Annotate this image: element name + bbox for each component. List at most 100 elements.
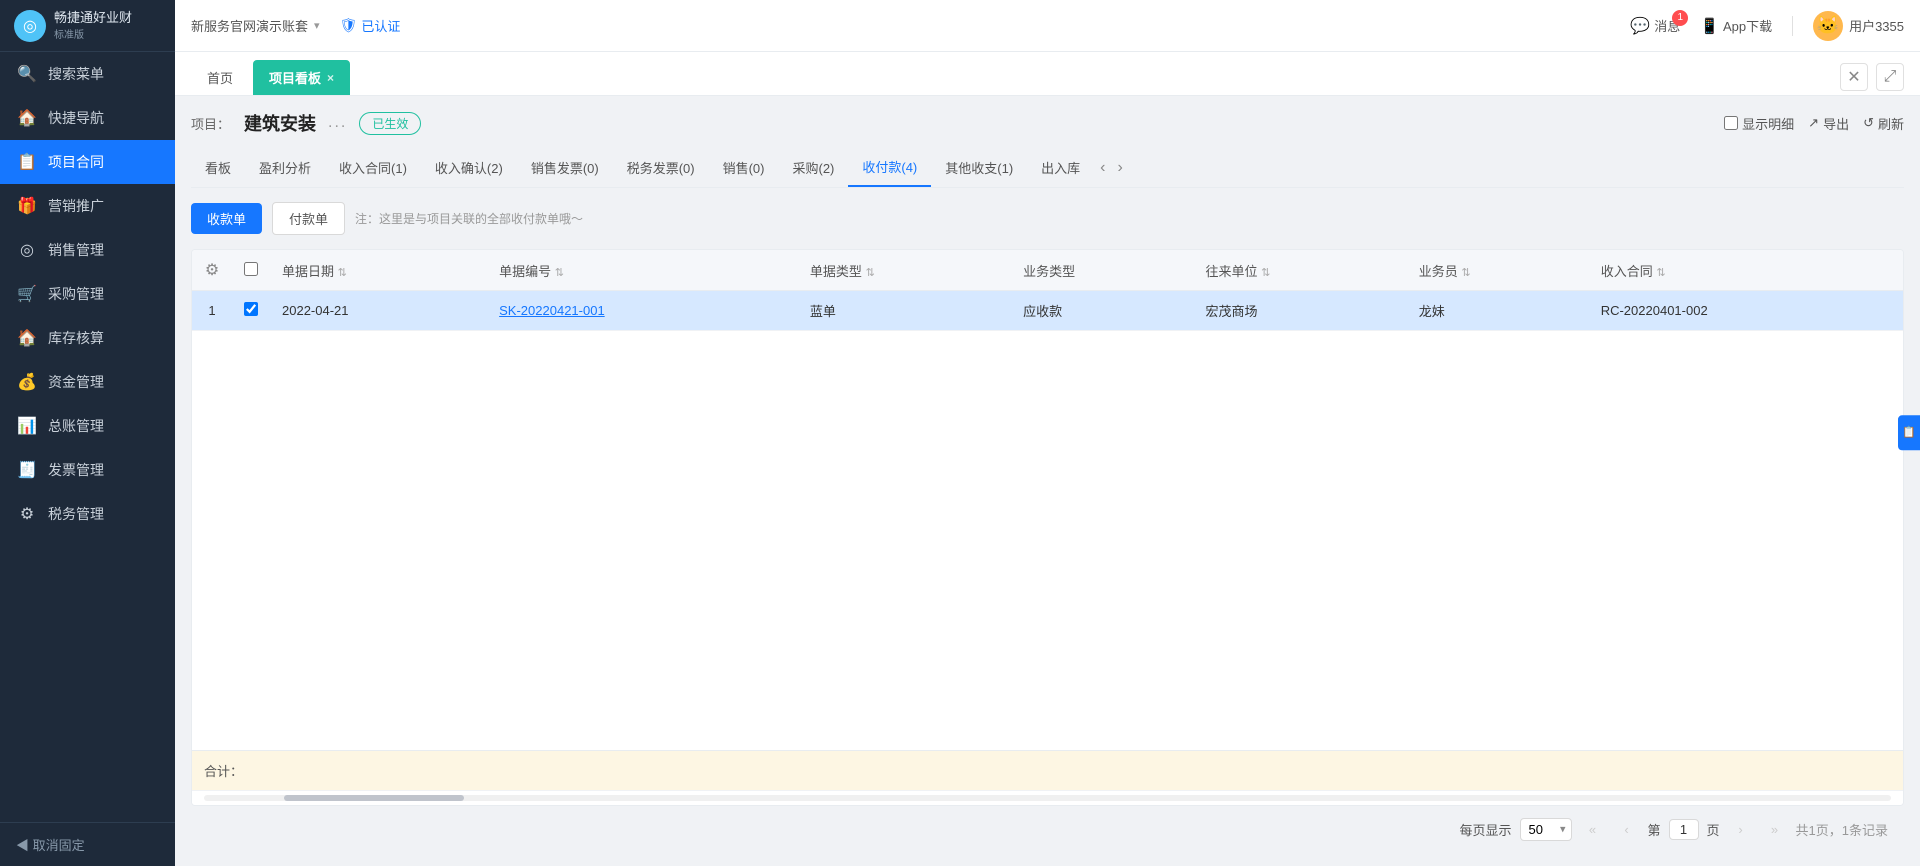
sort-salesperson-icon[interactable]: ⇅ [1461, 267, 1470, 279]
show-detail-checkbox[interactable] [1724, 116, 1738, 130]
row-income-contract: RC-20220401-002 [1589, 291, 1903, 331]
page-size-label: 每页显示 [1459, 820, 1511, 839]
table-scrollbar[interactable] [192, 790, 1903, 805]
account-selector[interactable]: 新服务官网演示账套 ▾ [191, 16, 320, 35]
user-menu[interactable]: 🐱 用户3355 [1813, 11, 1904, 41]
project-actions: 显示明细 ↗ 导出 ↺ 刷新 [1724, 114, 1904, 133]
row-partner: 宏茂商场 [1194, 291, 1407, 331]
sub-tabs: 看板 盈利分析 收入合同(1) 收入确认(2) 销售发票(0) 税务发票(0) … [191, 148, 1904, 188]
payment-order-tab[interactable]: 付款单 [272, 202, 345, 235]
th-date-label: 单据日期 [282, 264, 334, 279]
sidebar-icon-ledger: 📊 [16, 415, 38, 437]
page-prefix: 第 [1648, 820, 1661, 839]
page-size-select[interactable]: 50 10 20 100 [1520, 818, 1572, 841]
refresh-button[interactable]: ↺ 刷新 [1863, 114, 1904, 133]
sidebar-icon-purchase: 🛒 [16, 283, 38, 305]
right-panel-tab[interactable]: 📋 [1898, 415, 1920, 450]
sub-tab-profit[interactable]: 盈利分析 [245, 149, 325, 186]
toolbar-note: 注：这里是与项目关联的全部收付款单哦～ [355, 210, 583, 227]
sidebar-label-search: 搜索菜单 [48, 64, 104, 84]
row-number-link[interactable]: SK-20220421-001 [499, 303, 605, 318]
shield-icon: 🛡 [340, 17, 358, 34]
sort-partner-icon[interactable]: ⇅ [1261, 267, 1270, 279]
avatar: 🐱 [1813, 11, 1843, 41]
sub-tab-prev-arrow[interactable]: ‹ [1094, 151, 1111, 185]
row-checkbox-cell[interactable] [232, 291, 270, 331]
tab-close-icon[interactable]: × [327, 71, 334, 85]
sub-tab-sales-invoice[interactable]: 销售发票(0) [517, 149, 613, 186]
page-suffix: 页 [1707, 820, 1720, 839]
sidebar-nav: 🔍 搜索菜单 🏠 快捷导航 📋 项目合同 🎁 营销推广 ◎ 销售管理 🛒 采购管… [0, 52, 175, 822]
app-logo: ◎ 畅捷通好业财 标准版 [0, 0, 175, 52]
last-page-button[interactable]: » [1762, 816, 1788, 842]
sidebar-label-ledger: 总账管理 [48, 416, 104, 436]
row-checkbox[interactable] [244, 302, 258, 316]
project-status-badge: 已生效 [359, 112, 421, 135]
page-size-wrapper: 50 10 20 100 [1520, 818, 1572, 841]
th-salesperson: 业务员 ⇅ [1407, 250, 1589, 291]
tab-project-board[interactable]: 项目看板 × [253, 60, 350, 95]
sidebar-item-sales[interactable]: ◎ 销售管理 [0, 228, 175, 272]
project-more-button[interactable]: ... [328, 114, 347, 132]
close-window-button[interactable]: ✕ [1840, 63, 1868, 91]
th-type: 单据类型 ⇅ [798, 250, 1011, 291]
app-download-button[interactable]: 📱 App下载 [1700, 16, 1772, 35]
current-page-input[interactable]: 1 [1669, 819, 1699, 840]
sidebar-item-project[interactable]: 📋 项目合同 [0, 140, 175, 184]
table-row[interactable]: 1 2022-04-21 SK-20220421-001 蓝单 应收款 宏茂商场… [192, 291, 1903, 331]
account-name: 新服务官网演示账套 [191, 16, 308, 35]
sidebar-item-marketing[interactable]: 🎁 营销推广 [0, 184, 175, 228]
sub-tab-sales[interactable]: 销售(0) [709, 149, 779, 186]
sub-tab-income-confirm[interactable]: 收入确认(2) [421, 149, 517, 186]
sub-tab-tax-invoice[interactable]: 税务发票(0) [613, 149, 709, 186]
sidebar-item-shortcut[interactable]: 🏠 快捷导航 [0, 96, 175, 140]
sidebar-item-search[interactable]: 🔍 搜索菜单 [0, 52, 175, 96]
th-number-label: 单据编号 [499, 264, 551, 279]
sub-tab-other-expense[interactable]: 其他收支(1) [931, 149, 1027, 186]
data-table-container: ⚙ 单据日期 ⇅ 单据编号 ⇅ [191, 249, 1904, 806]
receipt-toolbar: 收款单 付款单 注：这里是与项目关联的全部收付款单哦～ [191, 202, 1904, 235]
fullscreen-button[interactable]: ⤢ [1876, 63, 1904, 91]
sub-tab-purchase[interactable]: 采购(2) [778, 149, 848, 186]
main-area: 新服务官网演示账套 ▾ 🛡 已认证 💬 消息 1 📱 App下载 🐱 用户335… [175, 0, 1920, 866]
export-button[interactable]: ↗ 导出 [1808, 114, 1849, 133]
sort-date-icon[interactable]: ⇅ [338, 267, 347, 279]
next-page-button[interactable]: › [1728, 816, 1754, 842]
sidebar-icon-project: 📋 [16, 151, 38, 173]
sub-tab-kanban[interactable]: 看板 [191, 149, 245, 186]
sub-tab-income-contract[interactable]: 收入合同(1) [325, 149, 421, 186]
sidebar-item-inventory[interactable]: 🏠 库存核算 [0, 316, 175, 360]
unpin-button[interactable]: ◀ 取消固定 [0, 822, 175, 866]
message-button[interactable]: 💬 消息 1 [1630, 16, 1680, 36]
sort-income-contract-icon[interactable]: ⇅ [1656, 267, 1665, 279]
sub-tab-receipt[interactable]: 收付款(4) [848, 148, 931, 187]
table-scroll-area[interactable]: ⚙ 单据日期 ⇅ 单据编号 ⇅ [192, 250, 1903, 750]
first-page-button[interactable]: « [1580, 816, 1606, 842]
sidebar-item-ledger[interactable]: 📊 总账管理 [0, 404, 175, 448]
sidebar-item-invoice[interactable]: 🧾 发票管理 [0, 448, 175, 492]
message-icon: 💬 [1630, 16, 1650, 36]
select-all-checkbox[interactable] [244, 262, 258, 276]
receipt-order-tab[interactable]: 收款单 [191, 203, 262, 234]
show-detail-checkbox-item[interactable]: 显示明细 [1724, 114, 1794, 133]
sidebar: ◎ 畅捷通好业财 标准版 🔍 搜索菜单 🏠 快捷导航 📋 项目合同 🎁 营销推广… [0, 0, 175, 866]
prev-page-button[interactable]: ‹ [1614, 816, 1640, 842]
export-icon: ↗ [1808, 115, 1819, 131]
sidebar-item-funds[interactable]: 💰 资金管理 [0, 360, 175, 404]
column-settings-icon[interactable]: ⚙ [205, 262, 219, 279]
sidebar-label-inventory: 库存核算 [48, 328, 104, 348]
sidebar-item-purchase[interactable]: 🛒 采购管理 [0, 272, 175, 316]
sub-tab-next-arrow[interactable]: › [1112, 151, 1129, 185]
sort-type-icon[interactable]: ⇅ [866, 267, 875, 279]
tab-home[interactable]: 首页 [191, 60, 249, 95]
message-badge: 1 [1672, 10, 1688, 26]
sidebar-label-funds: 资金管理 [48, 372, 104, 392]
show-detail-label: 显示明细 [1742, 114, 1794, 133]
th-type-label: 单据类型 [810, 264, 862, 279]
sidebar-label-marketing: 营销推广 [48, 196, 104, 216]
row-number[interactable]: SK-20220421-001 [487, 291, 798, 331]
sub-tab-warehouse[interactable]: 出入库 [1027, 149, 1094, 186]
tab-bar: 首页 项目看板 × ✕ ⤢ [175, 52, 1920, 96]
sidebar-item-tax[interactable]: ⚙ 税务管理 [0, 492, 175, 536]
sort-number-icon[interactable]: ⇅ [555, 267, 564, 279]
